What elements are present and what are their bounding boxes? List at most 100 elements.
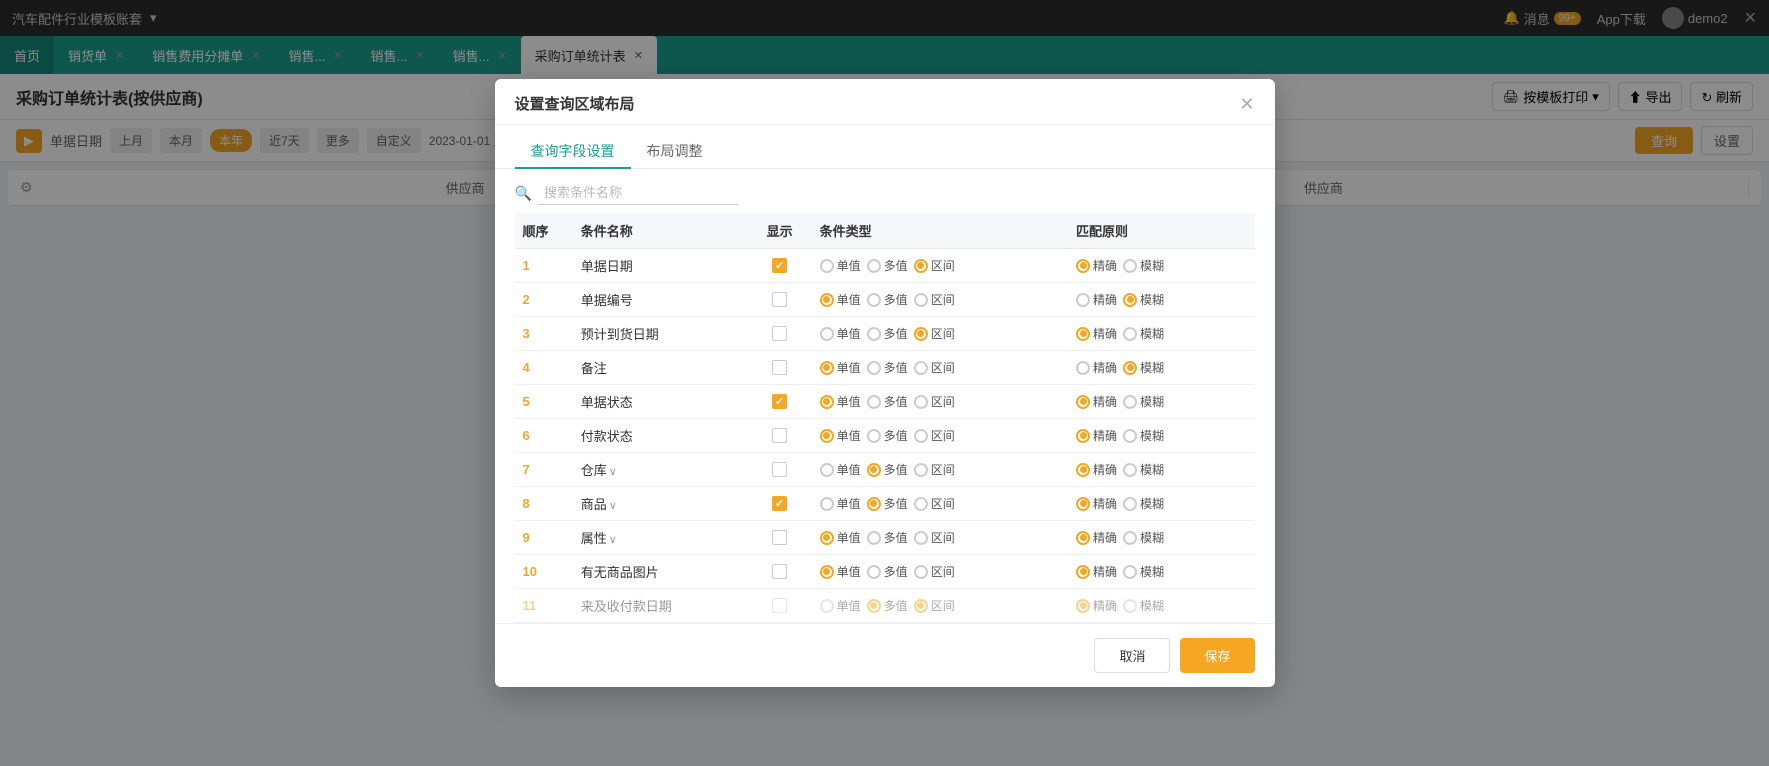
single-radio[interactable]: 单值 — [820, 393, 861, 410]
fuzzy-radio[interactable]: 模糊 — [1123, 563, 1164, 580]
display-checkbox[interactable] — [772, 530, 787, 545]
single-radio-label: 单值 — [837, 461, 861, 478]
order-number: 2 — [523, 292, 530, 307]
range-radio-label: 区间 — [931, 325, 955, 342]
range-radio[interactable]: 区间 — [914, 325, 955, 342]
range-radio[interactable]: 区间 — [914, 427, 955, 444]
fuzzy-radio[interactable]: 模糊 — [1123, 529, 1164, 546]
display-checkbox[interactable] — [772, 326, 787, 341]
fuzzy-radio[interactable]: 模糊 — [1123, 495, 1164, 512]
fuzzy-radio[interactable]: 模糊 — [1123, 359, 1164, 376]
display-checkbox[interactable] — [772, 292, 787, 307]
cell-display[interactable] — [748, 453, 812, 487]
cell-display[interactable] — [748, 317, 812, 351]
single-radio[interactable]: 单值 — [820, 529, 861, 546]
range-radio[interactable]: 区间 — [914, 393, 955, 410]
multi-radio[interactable]: 多值 — [867, 529, 908, 546]
single-radio[interactable]: 单值 — [820, 563, 861, 580]
exact-radio-circle — [1076, 429, 1090, 443]
exact-radio[interactable]: 精确 — [1076, 359, 1117, 376]
multi-radio[interactable]: 多值 — [867, 461, 908, 478]
exact-radio[interactable]: 精确 — [1076, 291, 1117, 308]
range-radio[interactable]: 区间 — [914, 597, 955, 614]
search-input[interactable] — [538, 181, 738, 205]
display-checkbox[interactable] — [772, 428, 787, 443]
exact-radio[interactable]: 精确 — [1076, 257, 1117, 274]
cell-display[interactable] — [748, 351, 812, 385]
display-checkbox[interactable] — [772, 598, 787, 613]
single-radio[interactable]: 单值 — [820, 461, 861, 478]
display-checkbox[interactable] — [772, 462, 787, 477]
multi-radio[interactable]: 多值 — [867, 325, 908, 342]
cell-name: 付款状态 — [573, 419, 748, 453]
exact-radio[interactable]: 精确 — [1076, 597, 1117, 614]
range-radio-label: 区间 — [931, 563, 955, 580]
exact-radio[interactable]: 精确 — [1076, 393, 1117, 410]
cell-display[interactable] — [748, 521, 812, 555]
single-radio[interactable]: 单值 — [820, 257, 861, 274]
save-button[interactable]: 保存 — [1180, 638, 1254, 673]
exact-radio-label: 精确 — [1093, 291, 1117, 308]
single-radio[interactable]: 单值 — [820, 427, 861, 444]
fuzzy-radio[interactable]: 模糊 — [1123, 393, 1164, 410]
cond-type-group: 单值 多值 区间 — [820, 597, 1060, 614]
multi-radio[interactable]: 多值 — [867, 359, 908, 376]
exact-radio-circle — [1076, 599, 1090, 613]
fuzzy-radio[interactable]: 模糊 — [1123, 257, 1164, 274]
single-radio[interactable]: 单值 — [820, 325, 861, 342]
multi-radio-circle — [867, 463, 881, 477]
cell-display[interactable] — [748, 487, 812, 521]
range-radio[interactable]: 区间 — [914, 529, 955, 546]
fuzzy-radio[interactable]: 模糊 — [1123, 291, 1164, 308]
cell-display[interactable] — [748, 589, 812, 623]
single-radio[interactable]: 单值 — [820, 597, 861, 614]
range-radio[interactable]: 区间 — [914, 461, 955, 478]
condition-name: 商品 — [581, 497, 607, 512]
tab-layout-adjust[interactable]: 布局调整 — [631, 135, 719, 169]
range-radio[interactable]: 区间 — [914, 359, 955, 376]
cell-display[interactable] — [748, 249, 812, 283]
multi-radio[interactable]: 多值 — [867, 597, 908, 614]
range-radio[interactable]: 区间 — [914, 495, 955, 512]
exact-radio[interactable]: 精确 — [1076, 461, 1117, 478]
multi-radio[interactable]: 多值 — [867, 563, 908, 580]
exact-radio[interactable]: 精确 — [1076, 325, 1117, 342]
single-radio[interactable]: 单值 — [820, 359, 861, 376]
multi-radio[interactable]: 多值 — [867, 495, 908, 512]
multi-radio[interactable]: 多值 — [867, 291, 908, 308]
display-checkbox[interactable] — [772, 564, 787, 579]
range-radio[interactable]: 区间 — [914, 257, 955, 274]
multi-radio[interactable]: 多值 — [867, 427, 908, 444]
range-radio-circle — [914, 361, 928, 375]
fuzzy-radio[interactable]: 模糊 — [1123, 427, 1164, 444]
single-radio-label: 单值 — [837, 291, 861, 308]
single-radio[interactable]: 单值 — [820, 495, 861, 512]
display-checkbox[interactable] — [772, 496, 787, 511]
multi-radio[interactable]: 多值 — [867, 257, 908, 274]
exact-radio[interactable]: 精确 — [1076, 495, 1117, 512]
exact-radio[interactable]: 精确 — [1076, 563, 1117, 580]
cell-display[interactable] — [748, 385, 812, 419]
exact-radio[interactable]: 精确 — [1076, 529, 1117, 546]
display-checkbox[interactable] — [772, 360, 787, 375]
range-radio[interactable]: 区间 — [914, 291, 955, 308]
range-radio[interactable]: 区间 — [914, 563, 955, 580]
fuzzy-radio[interactable]: 模糊 — [1123, 325, 1164, 342]
cancel-button[interactable]: 取消 — [1094, 638, 1170, 673]
display-checkbox[interactable] — [772, 394, 787, 409]
cell-display[interactable] — [748, 283, 812, 317]
expand-arrow-icon[interactable]: ∨ — [609, 500, 617, 512]
single-radio-circle — [820, 565, 834, 579]
cell-display[interactable] — [748, 555, 812, 589]
display-checkbox[interactable] — [772, 258, 787, 273]
tab-query-fields[interactable]: 查询字段设置 — [515, 135, 631, 169]
multi-radio[interactable]: 多值 — [867, 393, 908, 410]
dialog-close-button[interactable]: ✕ — [1239, 95, 1254, 113]
fuzzy-radio[interactable]: 模糊 — [1123, 597, 1164, 614]
cell-display[interactable] — [748, 419, 812, 453]
exact-radio[interactable]: 精确 — [1076, 427, 1117, 444]
expand-arrow-icon[interactable]: ∨ — [609, 466, 617, 478]
fuzzy-radio[interactable]: 模糊 — [1123, 461, 1164, 478]
expand-arrow-icon[interactable]: ∨ — [609, 534, 617, 546]
single-radio[interactable]: 单值 — [820, 291, 861, 308]
